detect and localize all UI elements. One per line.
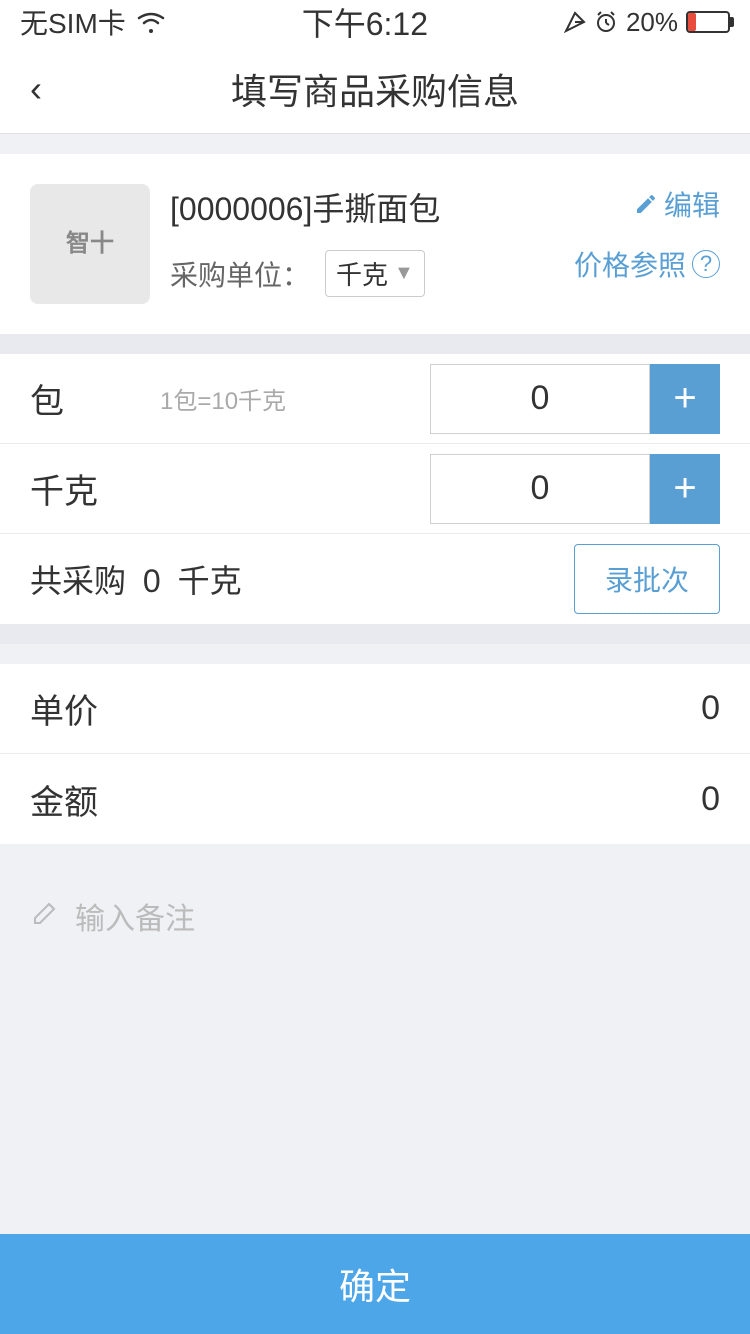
amount-label: 金额	[30, 775, 98, 824]
location-icon	[564, 11, 586, 33]
status-left: 无SIM卡	[20, 2, 166, 42]
amount-value: 0	[701, 780, 720, 819]
product-card: 智十 [0000006]手撕面包 采购单位： 千克 ▼ 编辑 价格参照 ?	[0, 154, 750, 334]
summary-unit: 千克	[178, 563, 242, 599]
kg-plus-button[interactable]: +	[650, 454, 720, 524]
summary-amount: 0	[143, 563, 161, 599]
battery-percent: 20%	[626, 7, 678, 38]
bao-label: 包	[30, 374, 150, 423]
summary-row: 共采购 0 千克 录批次	[0, 534, 750, 624]
alarm-icon	[594, 10, 618, 34]
bao-input-wrapper: +	[430, 364, 720, 434]
nav-bar: ‹ 填写商品采购信息	[0, 44, 750, 134]
remark-placeholder[interactable]: 输入备注	[75, 894, 195, 938]
summary-text: 共采购 0 千克	[30, 556, 242, 602]
summary-prefix: 共采购	[30, 563, 126, 599]
unit-label: 采购单位：	[170, 254, 310, 294]
edit-icon	[634, 192, 658, 216]
status-bar: 无SIM卡 下午6:12 20%	[0, 0, 750, 44]
product-logo: 智十	[66, 230, 114, 259]
product-actions: 编辑 价格参照 ?	[574, 184, 720, 284]
product-info: [0000006]手撕面包 采购单位： 千克 ▼	[170, 184, 554, 297]
record-button[interactable]: 录批次	[574, 544, 720, 614]
kg-input-row: 千克 +	[0, 444, 750, 534]
unit-price-row: 单价 0	[0, 664, 750, 754]
summary-section: 共采购 0 千克 录批次	[0, 534, 750, 624]
amount-row: 金额 0	[0, 754, 750, 844]
unit-arrow-icon: ▼	[394, 262, 414, 285]
section-divider-2	[0, 624, 750, 644]
bao-plus-button[interactable]: +	[650, 364, 720, 434]
product-unit-row: 采购单位： 千克 ▼	[170, 250, 554, 297]
wifi-icon	[136, 11, 166, 33]
kg-label: 千克	[30, 464, 150, 513]
confirm-button[interactable]: 确定	[339, 1258, 411, 1310]
price-section: 单价 0 金额 0	[0, 664, 750, 844]
remark-section[interactable]: 输入备注	[0, 864, 750, 968]
back-button[interactable]: ‹	[30, 68, 42, 110]
help-icon: ?	[692, 250, 720, 278]
unit-select[interactable]: 千克 ▼	[325, 250, 425, 297]
network-label: 无SIM卡	[20, 2, 126, 42]
edit-button[interactable]: 编辑	[634, 184, 720, 224]
bao-sub-label: 1包=10千克	[160, 381, 286, 416]
bao-input[interactable]	[430, 364, 650, 434]
unit-price-label: 单价	[30, 684, 98, 733]
kg-input-wrapper: +	[430, 454, 720, 524]
price-ref-button[interactable]: 价格参照 ?	[574, 244, 720, 284]
kg-input[interactable]	[430, 454, 650, 524]
page-title: 填写商品采购信息	[231, 63, 519, 115]
price-ref-label: 价格参照	[574, 244, 686, 284]
section-divider-1	[0, 334, 750, 354]
battery-icon	[686, 11, 730, 33]
product-image: 智十	[30, 184, 150, 304]
status-right: 20%	[564, 7, 730, 38]
status-time: 下午6:12	[302, 0, 428, 45]
confirm-bar[interactable]: 确定	[0, 1234, 750, 1334]
unit-price-value: 0	[701, 689, 720, 728]
pencil-icon	[30, 901, 60, 931]
edit-label: 编辑	[664, 184, 720, 224]
input-section: 包 1包=10千克 + 千克 +	[0, 354, 750, 534]
unit-value: 千克	[336, 255, 388, 292]
product-name: [0000006]手撕面包	[170, 184, 554, 230]
bao-input-row: 包 1包=10千克 +	[0, 354, 750, 444]
main-content: 智十 [0000006]手撕面包 采购单位： 千克 ▼ 编辑 价格参照 ?	[0, 154, 750, 1088]
